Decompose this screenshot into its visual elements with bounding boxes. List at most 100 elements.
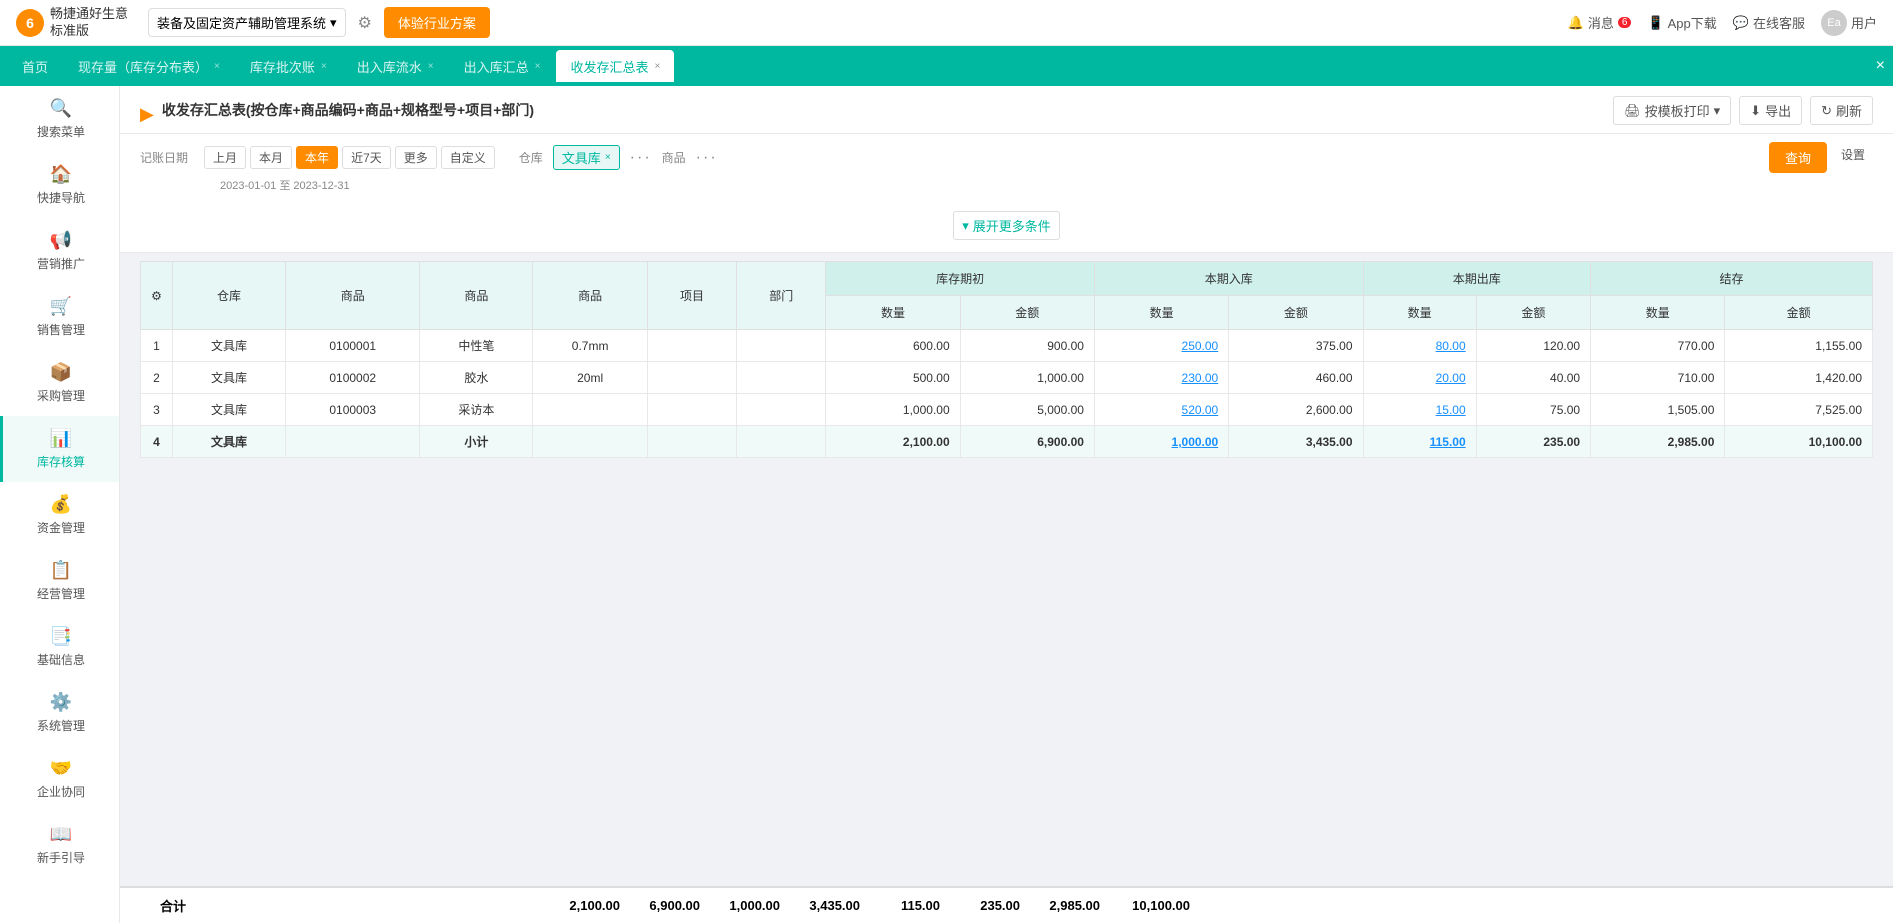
sidebar-item-inventory[interactable]: 📊 库存核算 bbox=[0, 416, 119, 482]
collapse-sidebar-icon[interactable]: ▶ bbox=[140, 104, 154, 125]
messages-button[interactable]: 🔔 消息 6 bbox=[1568, 13, 1632, 32]
row-amt-bal: 1,420.00 bbox=[1725, 362, 1873, 394]
online-service-button[interactable]: 💬 在线客服 bbox=[1733, 13, 1805, 32]
row-qty-start: 600.00 bbox=[826, 330, 960, 362]
row-qty-out[interactable]: 15.00 bbox=[1363, 394, 1476, 426]
sidebar-item-operations[interactable]: 📋 经营管理 bbox=[0, 548, 119, 614]
tab-close-batch[interactable]: × bbox=[321, 61, 327, 72]
row-name: 中性笔 bbox=[420, 330, 533, 362]
sidebar-item-guide[interactable]: 📖 新手引导 bbox=[0, 812, 119, 878]
tab-close-inventory-dist[interactable]: × bbox=[214, 61, 220, 72]
row-spec bbox=[533, 426, 647, 458]
sidebar-item-search[interactable]: 🔍 搜索菜单 bbox=[0, 86, 119, 152]
row-qty-in[interactable]: 520.00 bbox=[1094, 394, 1228, 426]
row-qty-in[interactable]: 250.00 bbox=[1094, 330, 1228, 362]
sidebar-item-purchase[interactable]: 📦 采购管理 bbox=[0, 350, 119, 416]
guide-icon: 📖 bbox=[50, 824, 72, 845]
expand-more-button[interactable]: ▾ 展开更多条件 bbox=[953, 211, 1060, 240]
row-amt-start: 5,000.00 bbox=[960, 394, 1094, 426]
date-btn-this-month[interactable]: 本月 bbox=[250, 146, 292, 169]
row-dept bbox=[737, 362, 826, 394]
th-period-start: 库存期初 bbox=[826, 262, 1095, 296]
purchase-icon: 📦 bbox=[50, 362, 72, 383]
row-num: 3 bbox=[141, 394, 173, 426]
th-period-in: 本期入库 bbox=[1094, 262, 1363, 296]
row-qty-out[interactable]: 80.00 bbox=[1363, 330, 1476, 362]
tab-close-in-out-flow[interactable]: × bbox=[428, 61, 434, 72]
row-qty-in[interactable]: 1,000.00 bbox=[1094, 426, 1228, 458]
date-btn-custom[interactable]: 自定义 bbox=[441, 146, 495, 169]
row-dept bbox=[737, 330, 826, 362]
th-period-out: 本期出库 bbox=[1363, 262, 1591, 296]
search-icon: 🔍 bbox=[50, 98, 72, 119]
query-button[interactable]: 查询 bbox=[1769, 142, 1827, 173]
row-amt-bal: 7,525.00 bbox=[1725, 394, 1873, 426]
sidebar-item-base-info[interactable]: 📑 基础信息 bbox=[0, 614, 119, 680]
gear-icon[interactable]: ⚙ bbox=[358, 13, 372, 33]
sidebar-item-quick-nav[interactable]: 🏠 快捷导航 bbox=[0, 152, 119, 218]
row-num: 4 bbox=[141, 426, 173, 458]
system-select[interactable]: 装备及固定资产辅助管理系统 ▾ bbox=[148, 8, 346, 37]
tab-inventory-dist[interactable]: 现存量（库存分布表） × bbox=[64, 50, 234, 82]
sidebar-item-marketing[interactable]: 📢 营销推广 bbox=[0, 218, 119, 284]
trial-button[interactable]: 体验行业方案 bbox=[384, 7, 490, 38]
row-name: 采访本 bbox=[420, 394, 533, 426]
chevron-down-icon: ▾ bbox=[1714, 103, 1721, 119]
system-icon: ⚙️ bbox=[50, 692, 72, 713]
row-qty-out[interactable]: 20.00 bbox=[1363, 362, 1476, 394]
table-row: 2文具库0100002胶水20ml500.001,000.00230.00460… bbox=[141, 362, 1873, 394]
warehouse-tag-close[interactable]: × bbox=[605, 152, 611, 163]
row-warehouse: 文具库 bbox=[173, 362, 286, 394]
date-btn-last-month[interactable]: 上月 bbox=[204, 146, 246, 169]
refresh-button[interactable]: ↻ 刷新 bbox=[1810, 96, 1873, 125]
operations-icon: 📋 bbox=[50, 560, 72, 581]
close-all-tabs[interactable]: × bbox=[1876, 57, 1885, 75]
date-btn-7days[interactable]: 近7天 bbox=[342, 146, 391, 169]
row-qty-out[interactable]: 115.00 bbox=[1363, 426, 1476, 458]
date-btn-this-year[interactable]: 本年 bbox=[296, 146, 338, 169]
sidebar-item-sales[interactable]: 🛒 销售管理 bbox=[0, 284, 119, 350]
app-download-button[interactable]: 📱 App下载 bbox=[1647, 13, 1716, 32]
th-gear[interactable]: ⚙ bbox=[141, 262, 173, 330]
marketing-icon: 📢 bbox=[50, 230, 72, 251]
row-project bbox=[647, 330, 736, 362]
th-qty-bal: 数量 bbox=[1591, 296, 1725, 330]
sidebar-item-corp[interactable]: 🤝 企业协同 bbox=[0, 746, 119, 812]
export-button[interactable]: ⬇ 导出 bbox=[1739, 96, 1802, 125]
row-amt-out: 120.00 bbox=[1476, 330, 1590, 362]
table-row: 4文具库小计2,100.006,900.001,000.003,435.0011… bbox=[141, 426, 1873, 458]
refresh-icon: ↻ bbox=[1821, 103, 1832, 119]
top-bar: 6 畅捷通好生意 标准版 装备及固定资产辅助管理系统 ▾ ⚙ 体验行业方案 🔔 … bbox=[0, 0, 1893, 46]
warehouse-more-dots[interactable]: ··· bbox=[630, 149, 652, 167]
tab-in-out-summary[interactable]: 出入库汇总 × bbox=[450, 50, 555, 82]
bell-icon: 🔔 bbox=[1568, 15, 1584, 31]
footer-qty-in: 1,000.00 bbox=[710, 898, 790, 913]
tab-in-out-flow[interactable]: 出入库流水 × bbox=[343, 50, 448, 82]
filter-section: 记账日期 上月 本月 本年 近7天 更多 自定义 仓库 文具库 × ··· bbox=[120, 134, 1893, 201]
date-range: 2023-01-01 至 2023-12-31 bbox=[220, 177, 350, 193]
row-amt-in: 3,435.00 bbox=[1229, 426, 1363, 458]
table-row: 1文具库0100001中性笔0.7mm600.00900.00250.00375… bbox=[141, 330, 1873, 362]
goods-more-dots[interactable]: ··· bbox=[696, 149, 718, 167]
main-layout: 🔍 搜索菜单 🏠 快捷导航 📢 营销推广 🛒 销售管理 📦 采购管理 📊 库存核… bbox=[0, 86, 1893, 923]
row-project bbox=[647, 362, 736, 394]
tab-home[interactable]: 首页 bbox=[8, 50, 62, 82]
settings-link[interactable]: 设置 bbox=[1833, 142, 1873, 173]
sidebar-item-system[interactable]: ⚙️ 系统管理 bbox=[0, 680, 119, 746]
row-amt-out: 40.00 bbox=[1476, 362, 1590, 394]
top-right: 🔔 消息 6 📱 App下载 💬 在线客服 Ea 用户 bbox=[1568, 10, 1877, 36]
sidebar-item-finance[interactable]: 💰 资金管理 bbox=[0, 482, 119, 548]
footer-amt-out: 235.00 bbox=[950, 898, 1030, 913]
tab-close-recv-send[interactable]: × bbox=[654, 61, 660, 72]
th-spec: 商品 bbox=[533, 262, 647, 330]
system-title: 装备及固定资产辅助管理系统 bbox=[157, 13, 326, 32]
user-menu[interactable]: Ea 用户 bbox=[1821, 10, 1877, 36]
row-qty-in[interactable]: 230.00 bbox=[1094, 362, 1228, 394]
th-qty-start: 数量 bbox=[826, 296, 960, 330]
tab-recv-send[interactable]: 收发存汇总表 × bbox=[556, 50, 674, 82]
tab-close-in-out-summary[interactable]: × bbox=[535, 61, 541, 72]
tab-batch[interactable]: 库存批次账 × bbox=[236, 50, 341, 82]
date-btn-more[interactable]: 更多 bbox=[395, 146, 437, 169]
print-button[interactable]: 🖨 按模板打印 ▾ bbox=[1613, 96, 1731, 125]
row-dept bbox=[737, 394, 826, 426]
